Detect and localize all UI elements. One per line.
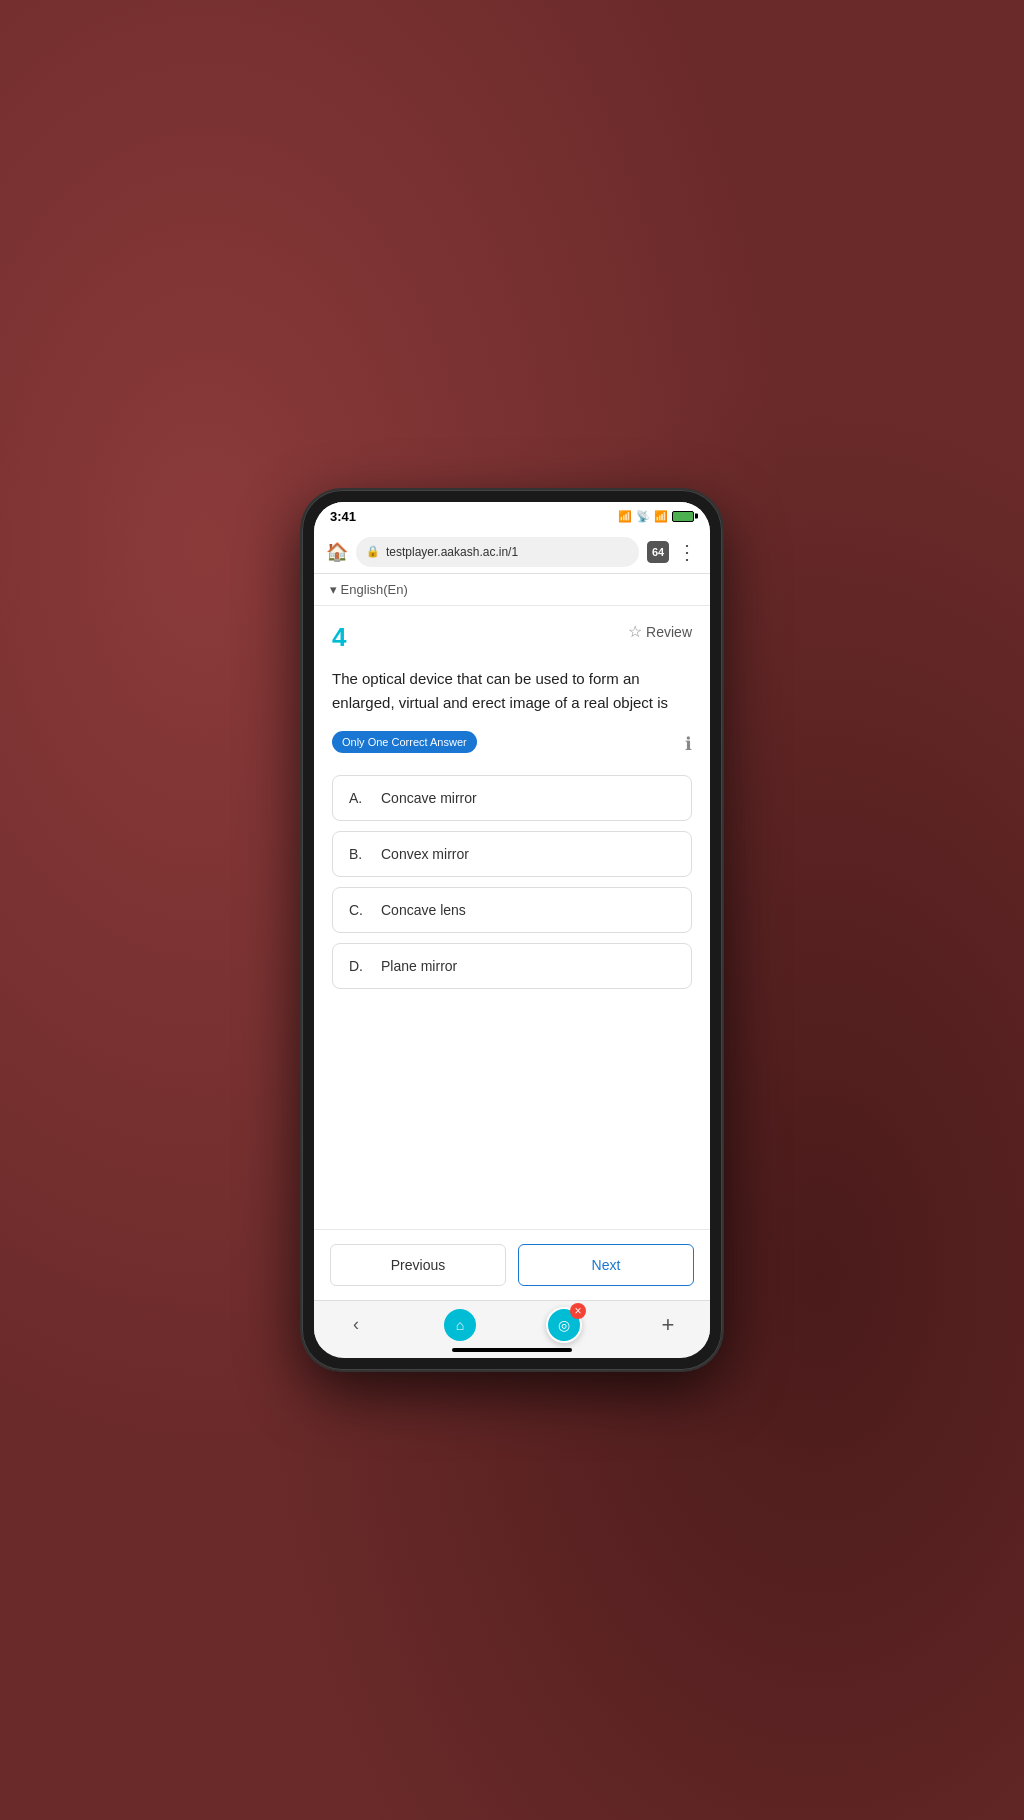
language-text: ▾ English(En): [330, 582, 408, 597]
battery-icon: [672, 511, 694, 522]
nav-buttons: Previous Next: [314, 1229, 710, 1300]
browser-url-bar[interactable]: 🔒 testplayer.aakash.ac.in/1: [356, 537, 639, 567]
plus-nav-item[interactable]: +: [650, 1307, 686, 1343]
home-nav-item[interactable]: ⌂: [442, 1307, 478, 1343]
option-c-label: C.: [349, 902, 369, 918]
status-bar: 3:41 📶 📡 📶: [314, 502, 710, 530]
tab-count[interactable]: 64: [647, 541, 669, 563]
plus-icon: +: [662, 1312, 675, 1338]
star-icon: ☆: [628, 622, 642, 641]
previous-button[interactable]: Previous: [330, 1244, 506, 1286]
status-icons: 📶 📡 📶: [618, 510, 694, 523]
option-b-text: Convex mirror: [381, 846, 675, 862]
network-icon: 📶: [654, 510, 668, 523]
app-nav-item[interactable]: ◎: [546, 1307, 582, 1343]
phone-frame: 3:41 📶 📡 📶 🏠 🔒 testplayer.aakash.ac.in/1…: [302, 490, 722, 1370]
bottom-nav: ‹ ⌂ ◎ +: [314, 1300, 710, 1348]
answer-type-row: Only One Correct Answer ℹ: [332, 731, 692, 759]
home-indicator: [452, 1348, 572, 1352]
url-text: testplayer.aakash.ac.in/1: [386, 545, 518, 559]
browser-bar: 🏠 🔒 testplayer.aakash.ac.in/1 64 ⋮: [314, 530, 710, 574]
option-c[interactable]: C. Concave lens: [332, 887, 692, 933]
nav-circle-blue: ⌂: [444, 1309, 476, 1341]
option-a-label: A.: [349, 790, 369, 806]
question-header: 4 ☆ Review: [332, 622, 692, 653]
review-button[interactable]: ☆ Review: [628, 622, 692, 641]
nav-home-icon: ⌂: [456, 1317, 464, 1333]
phone-screen: 3:41 📶 📡 📶 🏠 🔒 testplayer.aakash.ac.in/1…: [314, 502, 710, 1358]
phone-wrapper: 3:41 📶 📡 📶 🏠 🔒 testplayer.aakash.ac.in/1…: [302, 490, 722, 1370]
options-container: A. Concave mirror B. Convex mirror C. Co…: [332, 775, 692, 989]
browser-menu-icon[interactable]: ⋮: [677, 540, 698, 564]
nav-circle-teal: ◎: [546, 1307, 582, 1343]
option-d-text: Plane mirror: [381, 958, 675, 974]
next-button[interactable]: Next: [518, 1244, 694, 1286]
language-bar[interactable]: ▾ English(En): [314, 574, 710, 606]
answer-type-badge: Only One Correct Answer: [332, 731, 477, 753]
question-text: The optical device that can be used to f…: [332, 667, 692, 715]
review-label: Review: [646, 624, 692, 640]
content-area: ▾ English(En) 4 ☆ Review The optical dev…: [314, 574, 710, 1300]
signal-icon: 📶: [618, 510, 632, 523]
home-icon[interactable]: 🏠: [326, 541, 348, 563]
question-card: 4 ☆ Review The optical device that can b…: [314, 606, 710, 1229]
app-icon: ◎: [558, 1317, 570, 1333]
wifi-icon: 📡: [636, 510, 650, 523]
option-a-text: Concave mirror: [381, 790, 675, 806]
option-a[interactable]: A. Concave mirror: [332, 775, 692, 821]
status-time: 3:41: [330, 509, 356, 524]
back-arrow-icon: ‹: [353, 1314, 359, 1335]
back-nav-item[interactable]: ‹: [338, 1307, 374, 1343]
lock-icon: 🔒: [366, 545, 380, 558]
option-b-label: B.: [349, 846, 369, 862]
question-number: 4: [332, 622, 346, 653]
info-icon[interactable]: ℹ: [685, 733, 692, 755]
option-d-label: D.: [349, 958, 369, 974]
option-d[interactable]: D. Plane mirror: [332, 943, 692, 989]
option-b[interactable]: B. Convex mirror: [332, 831, 692, 877]
option-c-text: Concave lens: [381, 902, 675, 918]
